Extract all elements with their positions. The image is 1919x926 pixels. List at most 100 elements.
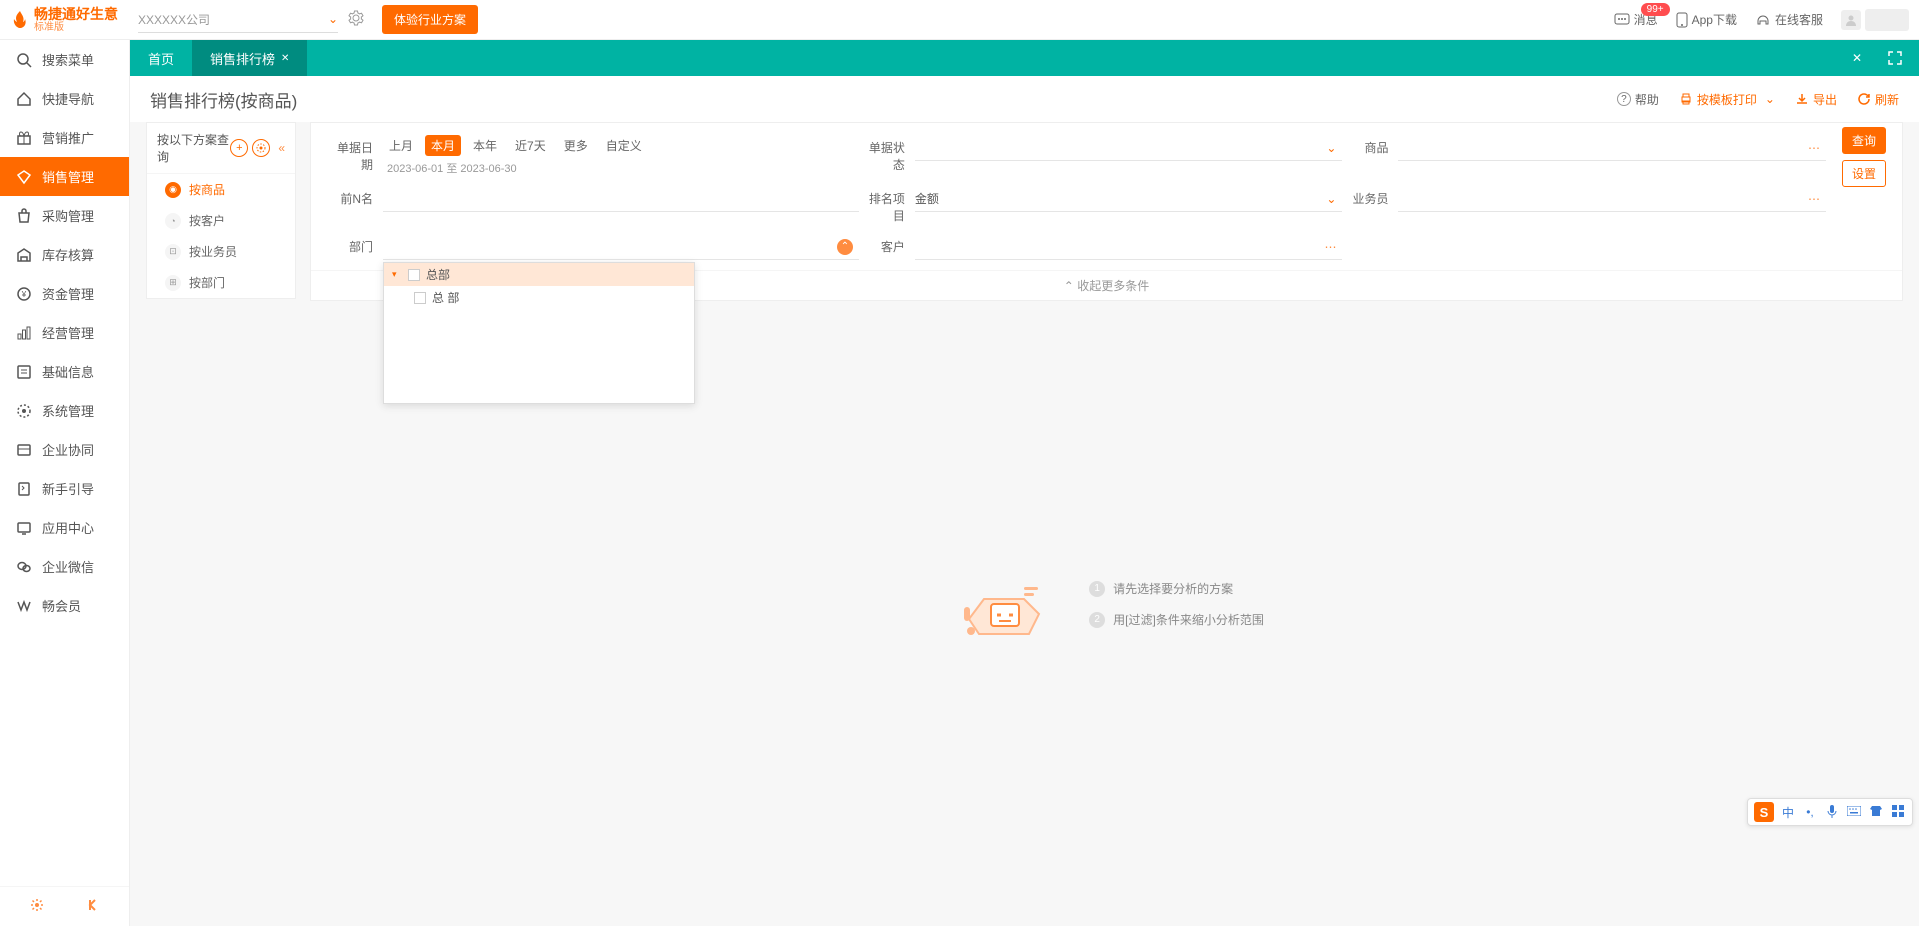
sidebar-item-finance[interactable]: ¥资金管理 (0, 274, 129, 313)
close-icon[interactable]: ✕ (281, 53, 289, 64)
help-button[interactable]: ?帮助 (1617, 91, 1659, 108)
date-tag-custom[interactable]: 自定义 (600, 135, 648, 156)
message-badge: 99+ (1641, 3, 1670, 16)
scheme-by-dept[interactable]: ⊞按部门 (147, 267, 295, 298)
product-input[interactable]: ⋯ (1398, 135, 1826, 161)
refresh-icon (1857, 92, 1871, 106)
tabs-bar: 首页 销售排行榜 ✕ ✕ (130, 40, 1919, 76)
empty-line-1: 请先选择要分析的方案 (1113, 580, 1233, 597)
warehouse-icon (16, 247, 32, 263)
sidebar-item-wechat[interactable]: 企业微信 (0, 547, 129, 586)
checkbox[interactable] (414, 292, 426, 304)
ime-toolbar[interactable]: S 中 •, (1747, 798, 1913, 826)
money-icon: ¥ (16, 286, 32, 302)
rank-label: 排名项目 (859, 186, 915, 224)
salesperson-input[interactable]: ⋯ (1398, 186, 1826, 212)
sidebar-item-inventory[interactable]: 库存核算 (0, 235, 129, 274)
date-range: 2023-06-01 至 2023-06-30 (383, 160, 859, 176)
sidebar-item-vip[interactable]: 畅会员 (0, 586, 129, 625)
settings-icon[interactable] (29, 897, 45, 916)
gear-icon[interactable] (348, 10, 364, 29)
date-tag-this-month[interactable]: 本月 (425, 135, 461, 156)
chevron-down-icon: ⌄ (1326, 141, 1336, 155)
online-service-button[interactable]: 在线客服 (1755, 11, 1823, 28)
clock-icon: ◔ (165, 213, 181, 229)
tab-sales-ranking[interactable]: 销售排行榜 ✕ (192, 40, 307, 76)
status-label: 单据状态 (859, 135, 915, 173)
ime-skin-icon[interactable] (1868, 805, 1884, 820)
query-button[interactable]: 查询 (1842, 127, 1886, 154)
checkbox[interactable] (408, 269, 420, 281)
status-select[interactable]: ⌄ (915, 135, 1343, 161)
sidebar-item-system[interactable]: 系统管理 (0, 391, 129, 430)
sidebar-item-quicknav[interactable]: 快捷导航 (0, 79, 129, 118)
date-tag-7days[interactable]: 近7天 (509, 135, 552, 156)
settings-button[interactable]: 设置 (1842, 160, 1886, 187)
empty-line-2: 用[过滤]条件来缩小分析范围 (1113, 611, 1264, 628)
user-icon[interactable] (1841, 10, 1861, 30)
sidebar-item-business[interactable]: 经营管理 (0, 313, 129, 352)
scheme-by-salesperson[interactable]: ⊡按业务员 (147, 236, 295, 267)
more-icon[interactable]: ⋯ (1808, 141, 1820, 155)
bag-icon (16, 208, 32, 224)
topn-label: 前N名 (327, 186, 383, 207)
sidebar-item-sales[interactable]: 销售管理 (0, 157, 129, 196)
chart-icon (16, 325, 32, 341)
apps-icon (16, 520, 32, 536)
dept-select[interactable]: ⌃ (383, 234, 859, 260)
sidebar-item-purchase[interactable]: 采购管理 (0, 196, 129, 235)
sidebar-item-marketing[interactable]: 营销推广 (0, 118, 129, 157)
more-icon[interactable]: ⋯ (1808, 192, 1820, 206)
date-tag-last-month[interactable]: 上月 (383, 135, 419, 156)
scheme-by-product[interactable]: ◉按商品 (147, 174, 295, 205)
ime-tools-icon[interactable] (1890, 805, 1906, 820)
scheme-by-customer[interactable]: ◔按客户 (147, 205, 295, 236)
sidebar-item-basicinfo[interactable]: 基础信息 (0, 352, 129, 391)
print-button[interactable]: 按模板打印⌄ (1679, 91, 1775, 108)
step-2-badge: 2 (1089, 612, 1105, 628)
ime-lang[interactable]: 中 (1780, 804, 1796, 821)
phone-icon (1676, 12, 1688, 28)
caret-down-icon[interactable]: ▾ (392, 269, 402, 280)
svg-text:¥: ¥ (21, 290, 27, 299)
customer-input[interactable]: ⋯ (915, 234, 1343, 260)
flame-icon (10, 10, 30, 30)
step-1-badge: 1 (1089, 581, 1105, 597)
product-label: 商品 (1342, 135, 1398, 156)
sidebar-item-guide[interactable]: 新手引导 (0, 469, 129, 508)
user-avatar[interactable] (1865, 9, 1909, 31)
sidebar-item-collab[interactable]: 企业协同 (0, 430, 129, 469)
topn-input[interactable] (383, 186, 859, 212)
sidebar-item-search[interactable]: 搜索菜单 (0, 40, 129, 79)
ime-keyboard-icon[interactable] (1846, 805, 1862, 819)
ime-mic-icon[interactable] (1824, 804, 1840, 821)
app-download-button[interactable]: App下载 (1676, 11, 1737, 28)
rank-select[interactable]: 金额⌄ (915, 186, 1343, 212)
messages-button[interactable]: 消息 99+ (1614, 11, 1658, 28)
brand-logo: 畅捷通好生意 标准版 (10, 7, 128, 33)
export-button[interactable]: 导出 (1795, 91, 1837, 108)
collapse-sidebar-icon[interactable] (85, 897, 101, 916)
ime-punct-icon[interactable]: •, (1802, 805, 1818, 819)
company-select[interactable]: XXXXXX公司 ⌄ (138, 7, 338, 33)
setting-scheme-icon[interactable] (252, 139, 270, 157)
dept-option-child[interactable]: 总 部 (384, 286, 694, 309)
date-tag-more[interactable]: 更多 (558, 135, 594, 156)
sidebar-item-apps[interactable]: 应用中心 (0, 508, 129, 547)
tab-home[interactable]: 首页 (130, 40, 192, 76)
diamond-icon (16, 169, 32, 185)
top-header: 畅捷通好生意 标准版 XXXXXX公司 ⌄ 体验行业方案 消息 99+ App下… (0, 0, 1919, 40)
add-scheme-icon[interactable]: + (230, 139, 248, 157)
dept-option-root[interactable]: ▾ 总部 (384, 263, 694, 286)
close-all-icon[interactable]: ✕ (1843, 44, 1871, 72)
more-icon[interactable]: ⋯ (1324, 240, 1336, 254)
filter-fields: 查询 设置 单据日期 上月 本月 本年 近7天 更多 自定义 2023-06-0… (310, 122, 1903, 301)
main-content: 按以下方案查询 + « ◉按商品 ◔按客户 ⊡按业务员 ⊞按部门 查询 设置 单… (130, 122, 1919, 926)
collapse-scheme-icon[interactable]: « (278, 141, 285, 155)
page-title: 销售排行榜(按商品) (150, 87, 297, 112)
date-tag-this-year[interactable]: 本年 (467, 135, 503, 156)
chat-icon (1614, 13, 1630, 27)
fullscreen-icon[interactable] (1881, 44, 1909, 72)
refresh-button[interactable]: 刷新 (1857, 91, 1899, 108)
trial-button[interactable]: 体验行业方案 (382, 5, 478, 34)
